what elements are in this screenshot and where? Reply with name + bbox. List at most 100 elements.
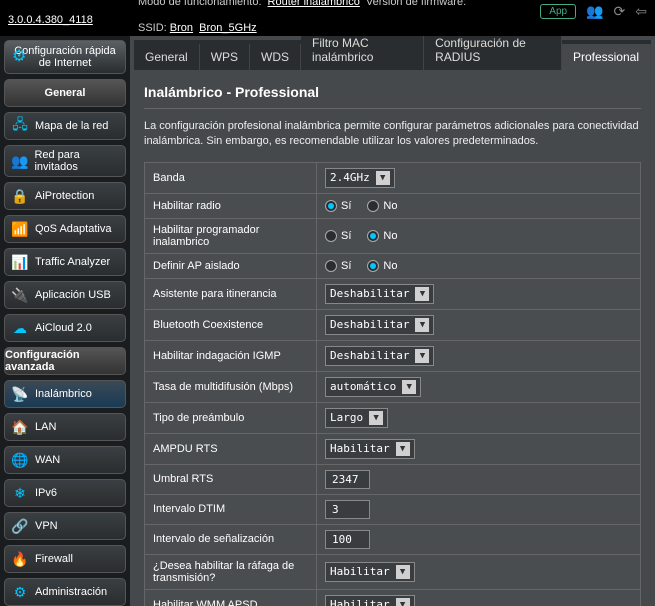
main-content: GeneralWPSWDSFiltro MAC inalámbricoConfi… bbox=[130, 36, 655, 606]
chevron-down-icon: ▼ bbox=[415, 318, 429, 332]
quick-setup-icon: ⚙ bbox=[12, 48, 26, 66]
chevron-down-icon: ▼ bbox=[402, 380, 416, 394]
sidebar-item[interactable]: 🔥Firewall bbox=[4, 545, 126, 573]
row-label: Banda bbox=[145, 162, 317, 193]
row-control-cell bbox=[317, 494, 641, 524]
tab[interactable]: Professional bbox=[562, 44, 651, 70]
radio-yes[interactable] bbox=[325, 230, 337, 242]
sidebar-item-label: Mapa de la red bbox=[35, 120, 108, 132]
sidebar-icon: 📶 bbox=[11, 220, 29, 238]
sidebar-item[interactable]: 🌐WAN bbox=[4, 446, 126, 474]
form-row: Habilitar WMM APSDHabilitar▼ bbox=[145, 589, 641, 606]
sidebar-item-label: WAN bbox=[35, 454, 60, 466]
sidebar-item[interactable]: 📊 Traffic Analyzer bbox=[4, 248, 126, 276]
sidebar-item-label: Traffic Analyzer bbox=[35, 256, 110, 268]
form-row: Definir AP aisladoSíNo bbox=[145, 253, 641, 278]
text-input[interactable] bbox=[325, 500, 370, 519]
sidebar-icon: ❄ bbox=[11, 484, 29, 502]
select-input[interactable]: Deshabilitar▼ bbox=[325, 284, 434, 304]
sidebar-icon: 🔒 bbox=[11, 187, 29, 205]
select-input[interactable]: Habilitar▼ bbox=[325, 439, 415, 459]
sidebar-item[interactable]: 📡Inalámbrico bbox=[4, 380, 126, 408]
select-value: Habilitar bbox=[330, 565, 390, 578]
users-icon[interactable]: 👥 bbox=[586, 3, 603, 20]
sidebar-header-advanced: Configuración avanzada bbox=[4, 347, 126, 375]
mode-value[interactable]: Router inalámbrico bbox=[268, 0, 360, 8]
row-control-cell: Habilitar▼ bbox=[317, 433, 641, 464]
ssid-2[interactable]: Bron_5GHz bbox=[199, 22, 256, 34]
sidebar-item[interactable]: ❄ IPv6 bbox=[4, 479, 126, 507]
logout-icon[interactable]: ⇦ bbox=[635, 3, 647, 20]
tab[interactable]: Filtro MAC inalámbrico bbox=[301, 36, 424, 70]
select-input[interactable]: 2.4GHz▼ bbox=[325, 168, 395, 188]
form-row: Tasa de multidifusión (Mbps) automático▼ bbox=[145, 371, 641, 402]
tab[interactable]: WDS bbox=[250, 44, 301, 70]
form-row: Umbral RTS bbox=[145, 464, 641, 494]
radio-no[interactable] bbox=[367, 200, 379, 212]
mode-label: Modo de funcionamiento: bbox=[138, 0, 262, 8]
sidebar-item[interactable]: 🏠LAN bbox=[4, 413, 126, 441]
select-input[interactable]: automático▼ bbox=[325, 377, 421, 397]
radio-yes[interactable] bbox=[325, 200, 337, 212]
row-label: Tipo de preámbulo bbox=[145, 402, 317, 433]
sidebar-item-label: QoS Adaptativa bbox=[35, 223, 111, 235]
header-bar: Modo de funcionamiento: Router inalámbri… bbox=[0, 0, 655, 22]
row-control-cell: 2.4GHz▼ bbox=[317, 162, 641, 193]
row-control-cell: Deshabilitar ▼ bbox=[317, 340, 641, 371]
reboot-icon[interactable]: ⟳ bbox=[614, 3, 626, 20]
sidebar-item-label: LAN bbox=[35, 421, 56, 433]
row-label: Intervalo DTIM bbox=[145, 494, 317, 524]
text-input[interactable] bbox=[325, 470, 370, 489]
select-input[interactable]: Largo ▼ bbox=[325, 408, 388, 428]
row-control-cell bbox=[317, 464, 641, 494]
select-input[interactable]: Habilitar ▼ bbox=[325, 595, 415, 606]
select-input[interactable]: Deshabilitar ▼ bbox=[325, 346, 434, 366]
sidebar-item[interactable]: 🔌Aplicación USB bbox=[4, 281, 126, 309]
sidebar-item[interactable]: 🔒AiProtection bbox=[4, 182, 126, 210]
sidebar-item-label: Red para invitados bbox=[34, 149, 119, 173]
sidebar-item-label: IPv6 bbox=[35, 487, 57, 499]
select-value: Deshabilitar bbox=[330, 287, 409, 300]
row-label: Umbral RTS bbox=[145, 464, 317, 494]
select-value: Deshabilitar bbox=[330, 318, 409, 331]
settings-table: Banda2.4GHz▼Habilitar radioSíNoHabilitar… bbox=[144, 162, 641, 606]
fw-label: Versión de firmware: bbox=[366, 0, 466, 8]
sidebar-item[interactable]: ☁AiCloud 2.0 bbox=[4, 314, 126, 342]
fw-value[interactable]: 3.0.0.4.380_4118 bbox=[8, 14, 93, 26]
row-control-cell: SíNo bbox=[317, 193, 641, 218]
sidebar-item-label: AiCloud 2.0 bbox=[35, 322, 92, 334]
form-row: Intervalo de señalización bbox=[145, 524, 641, 554]
radio-no[interactable] bbox=[367, 230, 379, 242]
tab[interactable]: General bbox=[134, 44, 200, 70]
select-input[interactable]: Deshabilitar ▼ bbox=[325, 315, 434, 335]
row-label: Tasa de multidifusión (Mbps) bbox=[145, 371, 317, 402]
select-value: Largo bbox=[330, 411, 363, 424]
sidebar-icon: 👥 bbox=[11, 152, 28, 170]
radio-yes[interactable] bbox=[325, 260, 337, 272]
row-label: AMPDU RTS bbox=[145, 433, 317, 464]
chevron-down-icon: ▼ bbox=[369, 411, 383, 425]
select-value: Deshabilitar bbox=[330, 349, 409, 362]
sidebar-icon: 📊 bbox=[11, 253, 29, 271]
form-row: Intervalo DTIM bbox=[145, 494, 641, 524]
tab[interactable]: Configuración de RADIUS bbox=[424, 36, 562, 70]
chevron-down-icon: ▼ bbox=[396, 598, 410, 606]
select-input[interactable]: Habilitar▼ bbox=[325, 562, 415, 582]
tabs: GeneralWPSWDSFiltro MAC inalámbricoConfi… bbox=[134, 40, 651, 70]
sidebar-item[interactable]: ⚙Administración bbox=[4, 578, 126, 606]
chevron-down-icon: ▼ bbox=[415, 349, 429, 363]
select-value: Habilitar bbox=[330, 598, 390, 606]
sidebar-item[interactable]: 🔗VPN bbox=[4, 512, 126, 540]
sidebar-item[interactable]: 📶 QoS Adaptativa bbox=[4, 215, 126, 243]
tab[interactable]: WPS bbox=[200, 44, 250, 70]
row-control-cell: SíNo bbox=[317, 253, 641, 278]
quick-setup-button[interactable]: ⚙ Configuración rápida de Internet bbox=[4, 40, 126, 74]
sidebar-item-label: VPN bbox=[35, 520, 58, 532]
row-control-cell: Habilitar ▼ bbox=[317, 589, 641, 606]
text-input[interactable] bbox=[325, 530, 370, 549]
app-button[interactable]: App bbox=[540, 4, 576, 19]
sidebar-item[interactable]: 🖧Mapa de la red bbox=[4, 112, 126, 140]
ssid-1[interactable]: Bron bbox=[170, 22, 193, 34]
sidebar-item[interactable]: 👥 Red para invitados bbox=[4, 145, 126, 177]
radio-no[interactable] bbox=[367, 260, 379, 272]
